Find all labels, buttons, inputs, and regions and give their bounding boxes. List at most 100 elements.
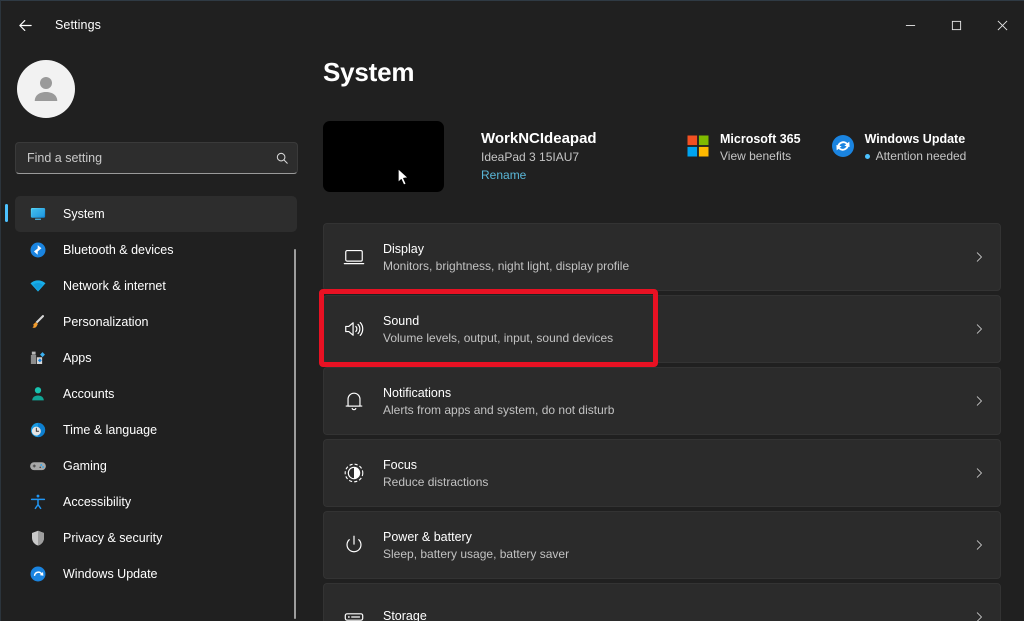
power-icon (342, 533, 366, 557)
person-avatar-icon (28, 71, 64, 107)
main-content: System WorkNCIdeapad IdeaPad 3 15IAU7 Re… (311, 49, 1024, 621)
chevron-right-icon (958, 611, 1000, 621)
row-title: Sound (383, 314, 958, 328)
sidebar-item-personalization[interactable]: Personalization (15, 304, 297, 340)
settings-row-display[interactable]: Display Monitors, brightness, night ligh… (323, 223, 1001, 291)
settings-row-focus[interactable]: Focus Reduce distractions (323, 439, 1001, 507)
row-text: Sound Volume levels, output, input, soun… (383, 314, 958, 345)
sidebar-item-gaming[interactable]: Gaming (15, 448, 297, 484)
microsoft-logo-icon (686, 134, 710, 158)
sidebar-item-label: Personalization (63, 315, 148, 329)
sidebar-item-label: Apps (63, 351, 92, 365)
focus-icon (342, 461, 366, 485)
row-title: Notifications (383, 386, 958, 400)
sidebar-item-accounts[interactable]: Accounts (15, 376, 297, 412)
row-text: Display Monitors, brightness, night ligh… (383, 242, 958, 273)
chevron-right-icon (958, 251, 1000, 263)
title-bar: Settings (1, 1, 1024, 49)
row-text: Power & battery Sleep, battery usage, ba… (383, 530, 958, 561)
sidebar-item-label: Accessibility (63, 495, 131, 509)
back-arrow-icon (17, 17, 34, 34)
chevron-right-icon (958, 323, 1000, 335)
storage-icon (342, 605, 366, 621)
row-title: Power & battery (383, 530, 958, 544)
device-model: IdeaPad 3 15IAU7 (481, 150, 597, 164)
rename-link[interactable]: Rename (481, 168, 526, 182)
maximize-button[interactable] (933, 1, 979, 49)
device-info: WorkNCIdeapad IdeaPad 3 15IAU7 Rename (481, 130, 597, 184)
settings-row-notifications[interactable]: Notifications Alerts from apps and syste… (323, 367, 1001, 435)
search-icon[interactable] (267, 151, 297, 165)
row-subtitle: Sleep, battery usage, battery saver (383, 547, 958, 561)
header-badges: Microsoft 365 View benefits Windows Upda… (686, 132, 966, 163)
wifi-icon (27, 275, 49, 297)
minimize-button[interactable] (887, 1, 933, 49)
user-account-tile[interactable] (17, 57, 295, 121)
chevron-right-icon (958, 395, 1000, 407)
row-subtitle: Alerts from apps and system, do not dist… (383, 403, 958, 417)
sidebar-item-apps[interactable]: Apps (15, 340, 297, 376)
search-box[interactable] (15, 142, 298, 174)
badge-subtitle: View benefits (720, 149, 801, 163)
settings-window: Settings (0, 0, 1024, 621)
close-icon (997, 20, 1008, 31)
row-subtitle: Reduce distractions (383, 475, 958, 489)
accessibility-icon (27, 491, 49, 513)
sidebar-item-windows-update[interactable]: Windows Update (15, 556, 297, 592)
maximize-icon (951, 20, 962, 31)
row-title: Storage (383, 609, 958, 621)
row-subtitle: Volume levels, output, input, sound devi… (383, 331, 958, 345)
row-text: Storage (383, 609, 958, 621)
settings-row-list: Display Monitors, brightness, night ligh… (323, 223, 1013, 621)
clock-icon (27, 419, 49, 441)
status-dot (865, 154, 870, 159)
sidebar-item-label: Time & language (63, 423, 157, 437)
sidebar-nav-list: System Bluetooth & devices (1, 196, 311, 621)
gamepad-icon (27, 455, 49, 477)
windows-update-icon (27, 563, 49, 585)
sidebar-item-privacy-security[interactable]: Privacy & security (15, 520, 297, 556)
badge-subtitle-text: View benefits (720, 149, 791, 163)
sidebar-item-network-internet[interactable]: Network & internet (15, 268, 297, 304)
chevron-right-icon (958, 467, 1000, 479)
sidebar-item-label: Gaming (63, 459, 107, 473)
settings-row-power-battery[interactable]: Power & battery Sleep, battery usage, ba… (323, 511, 1001, 579)
row-title: Display (383, 242, 958, 256)
sidebar-scrollbar[interactable] (294, 249, 296, 619)
device-name: WorkNCIdeapad (481, 130, 597, 147)
close-button[interactable] (979, 1, 1024, 49)
mouse-cursor-icon (397, 168, 410, 187)
window-title: Settings (55, 18, 101, 32)
device-thumbnail[interactable] (323, 121, 444, 192)
apps-icon (27, 347, 49, 369)
bluetooth-icon (27, 239, 49, 261)
badge-subtitle: Attention needed (865, 149, 967, 163)
row-subtitle: Monitors, brightness, night light, displ… (383, 259, 958, 273)
badge-subtitle-text: Attention needed (876, 149, 967, 163)
sidebar-item-label: Windows Update (63, 567, 158, 581)
chevron-right-icon (958, 539, 1000, 551)
back-button[interactable] (9, 9, 41, 41)
windows-update-badge[interactable]: Windows Update Attention needed (831, 132, 967, 163)
settings-row-storage[interactable]: Storage (323, 583, 1001, 621)
sidebar-item-bluetooth-devices[interactable]: Bluetooth & devices (15, 232, 297, 268)
sidebar-item-accessibility[interactable]: Accessibility (15, 484, 297, 520)
sidebar-item-label: Privacy & security (63, 531, 162, 545)
row-title: Focus (383, 458, 958, 472)
badge-title: Windows Update (865, 132, 967, 146)
search-input[interactable] (16, 151, 267, 165)
paintbrush-icon (27, 311, 49, 333)
monitor-icon (27, 203, 49, 225)
avatar (17, 60, 75, 118)
microsoft-365-badge[interactable]: Microsoft 365 View benefits (686, 132, 801, 163)
shield-icon (27, 527, 49, 549)
settings-row-sound[interactable]: Sound Volume levels, output, input, soun… (323, 295, 1001, 363)
sidebar: System Bluetooth & devices (1, 49, 311, 621)
row-text: Focus Reduce distractions (383, 458, 958, 489)
sidebar-item-label: Accounts (63, 387, 114, 401)
sidebar-item-system[interactable]: System (15, 196, 297, 232)
sidebar-item-label: Bluetooth & devices (63, 243, 174, 257)
account-icon (27, 383, 49, 405)
sidebar-item-time-language[interactable]: Time & language (15, 412, 297, 448)
speaker-icon (342, 317, 366, 341)
